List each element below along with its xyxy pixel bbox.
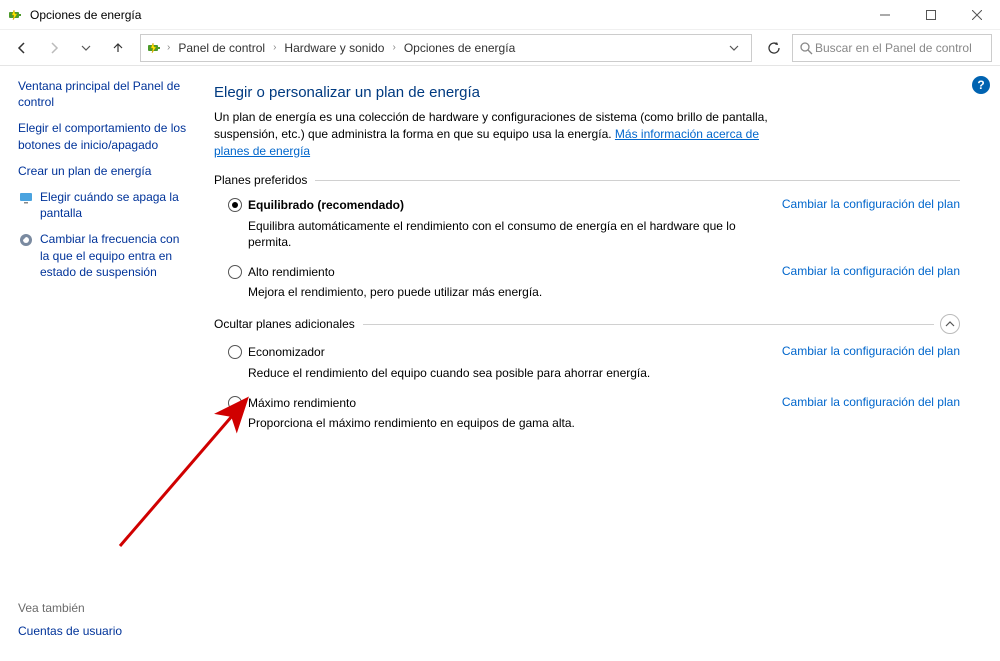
group-heading-label[interactable]: Ocultar planes adicionales bbox=[214, 317, 355, 331]
collapse-button[interactable] bbox=[940, 314, 960, 334]
sidebar-link-control-panel-home[interactable]: Ventana principal del Panel de control bbox=[18, 78, 190, 110]
sidebar-footer: Vea también Cuentas de usuario bbox=[18, 601, 190, 651]
window-controls bbox=[862, 0, 1000, 30]
address-dropdown-button[interactable] bbox=[723, 35, 745, 61]
chevron-right-icon[interactable]: › bbox=[392, 42, 395, 53]
titlebar: Opciones de energía bbox=[0, 0, 1000, 30]
sidebar-link-create-plan[interactable]: Crear un plan de energía bbox=[18, 163, 190, 179]
forward-button[interactable] bbox=[40, 34, 68, 62]
addressbar-power-icon bbox=[147, 40, 163, 56]
content-area: Ventana principal del Panel de control E… bbox=[0, 66, 1000, 661]
sidebar-link-display-off[interactable]: Elegir cuándo se apaga la pantalla bbox=[18, 189, 190, 221]
change-plan-link[interactable]: Cambiar la configuración del plan bbox=[782, 197, 960, 211]
plan-description: Proporciona el máximo rendimiento en equ… bbox=[248, 415, 748, 431]
sidebar: Ventana principal del Panel de control E… bbox=[0, 66, 200, 661]
plan-name[interactable]: Equilibrado (recomendado) bbox=[248, 197, 762, 213]
breadcrumb-item[interactable]: Opciones de energía bbox=[400, 39, 519, 57]
back-button[interactable] bbox=[8, 34, 36, 62]
toolbar: › Panel de control › Hardware y sonido ›… bbox=[0, 30, 1000, 66]
plan-name[interactable]: Economizador bbox=[248, 344, 762, 360]
refresh-button[interactable] bbox=[760, 34, 788, 62]
additional-plans-group: Ocultar planes adicionales Economizador … bbox=[214, 314, 960, 431]
radio-high-performance[interactable] bbox=[228, 265, 242, 279]
see-also-heading: Vea también bbox=[18, 601, 190, 615]
help-icon[interactable]: ? bbox=[972, 76, 990, 94]
up-button[interactable] bbox=[104, 34, 132, 62]
main-panel: ? Elegir o personalizar un plan de energ… bbox=[200, 66, 1000, 661]
divider bbox=[315, 180, 960, 181]
power-options-icon bbox=[8, 7, 24, 23]
group-heading-label: Planes preferidos bbox=[214, 173, 307, 187]
change-plan-link[interactable]: Cambiar la configuración del plan bbox=[782, 395, 960, 409]
plan-name[interactable]: Alto rendimiento bbox=[248, 264, 762, 280]
change-plan-link[interactable]: Cambiar la configuración del plan bbox=[782, 344, 960, 358]
window-title: Opciones de energía bbox=[30, 8, 141, 22]
plan-balanced: Equilibrado (recomendado) Cambiar la con… bbox=[214, 197, 960, 250]
sidebar-link-button-behavior[interactable]: Elegir el comportamiento de los botones … bbox=[18, 120, 190, 152]
plan-high-performance: Alto rendimiento Cambiar la configuració… bbox=[214, 264, 960, 300]
chevron-right-icon[interactable]: › bbox=[167, 42, 170, 53]
plan-description: Equilibra automáticamente el rendimiento… bbox=[248, 218, 748, 250]
change-plan-link[interactable]: Cambiar la configuración del plan bbox=[782, 264, 960, 278]
monitor-icon bbox=[18, 190, 34, 206]
plan-power-saver: Economizador Cambiar la configuración de… bbox=[214, 344, 960, 380]
plan-description: Mejora el rendimiento, pero puede utiliz… bbox=[248, 284, 748, 300]
search-input[interactable] bbox=[813, 40, 985, 56]
maximize-button[interactable] bbox=[908, 0, 954, 30]
page-description: Un plan de energía es una colección de h… bbox=[214, 109, 774, 159]
sidebar-link-user-accounts[interactable]: Cuentas de usuario bbox=[18, 623, 190, 639]
plan-name[interactable]: Máximo rendimiento bbox=[248, 395, 762, 411]
radio-ultimate-performance[interactable] bbox=[228, 396, 242, 410]
search-icon bbox=[799, 41, 813, 55]
page-title: Elegir o personalizar un plan de energía bbox=[214, 84, 960, 101]
search-box[interactable] bbox=[792, 34, 992, 62]
address-bar[interactable]: › Panel de control › Hardware y sonido ›… bbox=[140, 34, 752, 62]
sidebar-item-label: Elegir cuándo se apaga la pantalla bbox=[40, 189, 190, 221]
chevron-right-icon[interactable]: › bbox=[273, 42, 276, 53]
close-button[interactable] bbox=[954, 0, 1000, 30]
recent-locations-button[interactable] bbox=[72, 34, 100, 62]
radio-balanced[interactable] bbox=[228, 198, 242, 212]
preferred-plans-group: Planes preferidos Equilibrado (recomenda… bbox=[214, 173, 960, 300]
sidebar-item-label: Cambiar la frecuencia con la que el equi… bbox=[40, 231, 190, 280]
group-heading-preferred: Planes preferidos bbox=[214, 173, 960, 187]
sidebar-link-sleep[interactable]: Cambiar la frecuencia con la que el equi… bbox=[18, 231, 190, 280]
breadcrumb-item[interactable]: Panel de control bbox=[174, 39, 269, 57]
battery-icon bbox=[18, 232, 34, 248]
breadcrumb-item[interactable]: Hardware y sonido bbox=[280, 39, 388, 57]
divider bbox=[363, 324, 934, 325]
radio-power-saver[interactable] bbox=[228, 345, 242, 359]
plan-description: Reduce el rendimiento del equipo cuando … bbox=[248, 365, 748, 381]
plan-ultimate-performance: Máximo rendimiento Cambiar la configurac… bbox=[214, 395, 960, 431]
group-heading-additional: Ocultar planes adicionales bbox=[214, 314, 960, 334]
minimize-button[interactable] bbox=[862, 0, 908, 30]
